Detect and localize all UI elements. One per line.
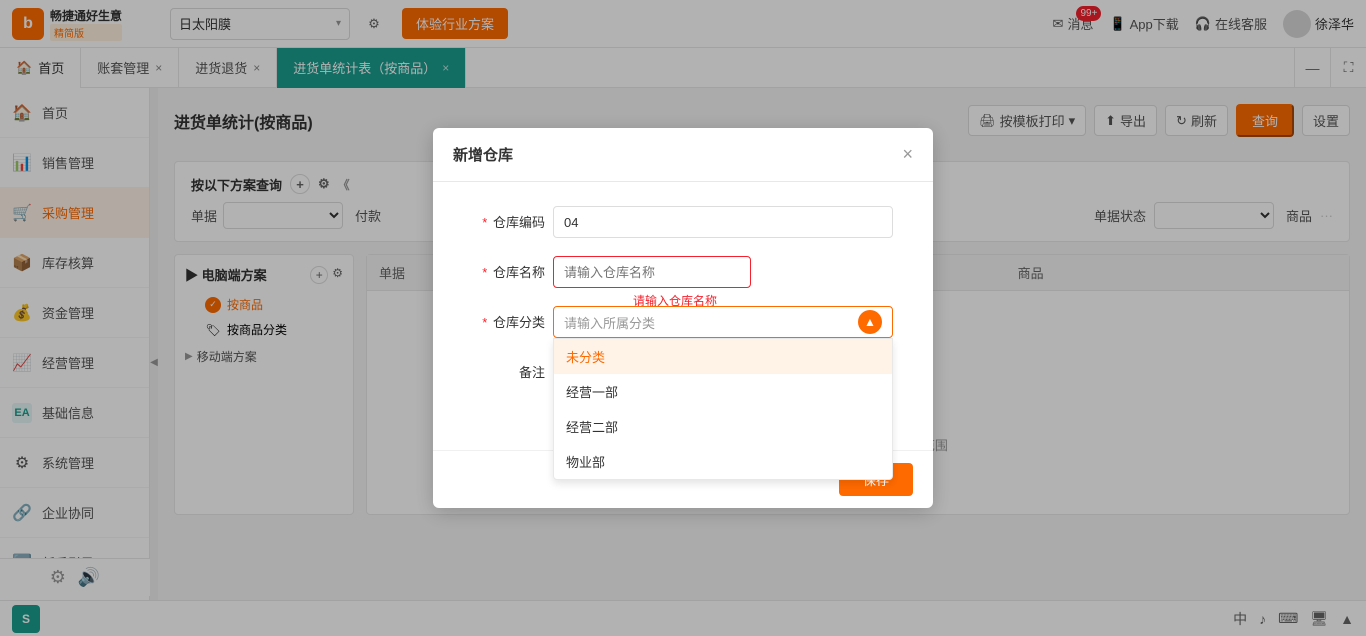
warehouse-name-input[interactable] xyxy=(553,256,751,288)
dialog-body: * 仓库编码 * 仓库名称 请输入仓库名称 * 仓库分类 xyxy=(433,182,933,450)
warehouse-category-wrapper: 请输入所属分类 ▲ 未分类 经营一部 经营二部 物业部 xyxy=(553,306,893,338)
category-dropdown-trigger[interactable]: 请输入所属分类 ▲ xyxy=(553,306,893,338)
warehouse-name-wrapper: 请输入仓库名称 xyxy=(553,256,893,288)
category-option-dept1[interactable]: 经营一部 xyxy=(554,374,892,409)
warehouse-code-label: * 仓库编码 xyxy=(473,206,553,231)
warehouse-code-input[interactable] xyxy=(553,206,893,238)
form-row-code: * 仓库编码 xyxy=(473,206,893,238)
remark-label: 备注 xyxy=(473,356,553,381)
warehouse-name-label: * 仓库名称 xyxy=(473,256,553,281)
warehouse-category-label: * 仓库分类 xyxy=(473,306,553,331)
dropdown-up-icon: ▲ xyxy=(858,310,882,334)
dialog-title: 新增仓库 xyxy=(453,144,513,165)
form-row-category: * 仓库分类 请输入所属分类 ▲ 未分类 经营一部 经营二部 物业部 xyxy=(473,306,893,338)
dialog-header: 新增仓库 × xyxy=(433,128,933,182)
category-option-dept2[interactable]: 经营二部 xyxy=(554,409,892,444)
category-dropdown-list: 未分类 经营一部 经营二部 物业部 xyxy=(553,338,893,480)
dialog-close-button[interactable]: × xyxy=(902,144,913,165)
form-row-name: * 仓库名称 请输入仓库名称 xyxy=(473,256,893,288)
category-option-unclassified[interactable]: 未分类 xyxy=(554,339,892,374)
category-option-property[interactable]: 物业部 xyxy=(554,444,892,479)
add-warehouse-dialog: 新增仓库 × * 仓库编码 * 仓库名称 请输入仓库名称 * xyxy=(433,128,933,508)
